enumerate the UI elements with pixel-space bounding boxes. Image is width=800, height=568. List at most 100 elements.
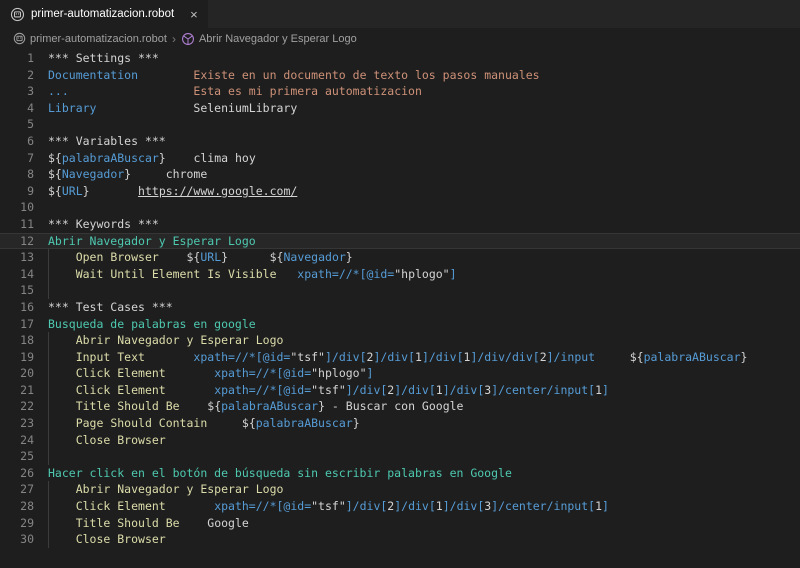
code-text: Title Should Be ${palabraABuscar} - Busc… (34, 398, 464, 415)
token-pl: } (158, 150, 166, 165)
indent-guide (48, 365, 49, 382)
code-line[interactable]: 28 Click Element xpath=//*[@id="tsf"]/di… (0, 498, 800, 515)
tab-primer-automatizacion[interactable]: primer-automatizacion.robot × (0, 0, 208, 28)
token-pl: 1 (435, 382, 443, 397)
tab-close-icon[interactable]: × (190, 8, 198, 21)
token-vb: palabraABuscar (643, 349, 741, 364)
code-line[interactable]: 22 Title Should Be ${palabraABuscar} - B… (0, 398, 800, 416)
code-line[interactable]: 27 Abrir Navegador y Esperar Logo (0, 481, 800, 499)
code-line[interactable]: 21 Click Element xpath=//*[@id="tsf"]/di… (0, 381, 800, 399)
token-xp: xpath=//*[@id= (297, 266, 395, 281)
code-line[interactable]: 15 (0, 282, 800, 299)
code-text: *** Settings *** (34, 50, 159, 67)
token-pl: "tsf" (311, 499, 346, 514)
code-text: ${Navegador} chrome (34, 166, 207, 183)
token-pl: } (345, 250, 353, 265)
code-line[interactable]: 23 Page Should Contain ${palabraABuscar} (0, 415, 800, 432)
token-hdr: *** Keywords *** (48, 216, 159, 231)
code-line[interactable]: 5 (0, 116, 800, 133)
code-line[interactable]: 16 *** Test Cases *** (0, 299, 800, 316)
token-pl: ${ (241, 416, 256, 431)
chevron-right-icon: › (171, 31, 176, 46)
code-line[interactable]: 29 Title Should Be Google (0, 514, 800, 532)
code-line[interactable]: 20 Click Element xpath=//*[@id="hplogo"] (0, 365, 800, 382)
token-kc: Click Element (75, 366, 166, 381)
code-line[interactable]: 25 (0, 448, 800, 465)
token-xp: ]/input (546, 349, 596, 364)
token-xp: ] (366, 366, 374, 381)
indent-guide (48, 398, 49, 416)
code-line[interactable]: 19 Input Text xpath=//*[@id="tsf"]/div[2… (0, 348, 800, 366)
line-number: 6 (27, 133, 34, 148)
token-pl: clima hoy (193, 150, 256, 165)
token-xp: ] (602, 382, 609, 397)
code-text: *** Variables *** (34, 133, 166, 150)
indent-guide (48, 498, 49, 515)
token-pl: } (352, 416, 360, 431)
line-number: 9 (27, 183, 34, 198)
line-number: 11 (20, 216, 34, 231)
code-line[interactable]: 18 Abrir Navegador y Esperar Logo (0, 332, 800, 349)
code-line[interactable]: 3... Esta es mi primera automatizacion (0, 83, 800, 100)
code-line[interactable]: 11 *** Keywords *** (0, 216, 800, 233)
breadcrumb-file[interactable]: primer-automatizacion.robot (13, 32, 167, 45)
breadcrumb-symbol[interactable]: Abrir Navegador y Esperar Logo (181, 32, 357, 46)
code-text: Wait Until Element Is Visible xpath=//*[… (34, 266, 457, 283)
code-line[interactable]: 2 Documentation Existe en un documento de… (0, 67, 800, 84)
token-vb: URL (61, 183, 83, 198)
code-line[interactable]: 10 (0, 199, 800, 216)
token-kc: Wait Until Element Is Visible (75, 266, 277, 281)
token-pl: Google (207, 515, 249, 530)
code-text: Abrir Navegador y Esperar Logo (34, 233, 256, 250)
indent-guide (48, 265, 49, 283)
code-line[interactable]: 14 Wait Until Element Is Visible xpath=/… (0, 265, 800, 283)
line-number: 1 (27, 51, 34, 65)
code-text: Click Element xpath=//*[@id="tsf"]/div[2… (34, 382, 609, 399)
token-xp: xpath=//*[@id= (214, 382, 312, 397)
code-line[interactable]: 8 ${Navegador} chrome (0, 166, 800, 183)
code-line[interactable]: 30 Close Browser (0, 531, 800, 548)
token-pl: } (318, 399, 325, 414)
symbol-keyword-icon (181, 32, 195, 46)
code-line[interactable]: 6 *** Variables *** (0, 133, 800, 150)
code-editor[interactable]: 1 *** Settings *** 2 Documentation Existe e… (0, 49, 800, 548)
code-line[interactable]: 26 Hacer click en el botón de búsqueda si… (0, 465, 800, 482)
robot-file-icon-small (13, 32, 26, 45)
token-kc: Close Browser (75, 532, 166, 547)
breadcrumb-file-label: primer-automatizacion.robot (30, 32, 167, 45)
code-line[interactable]: 1 *** Settings *** (0, 50, 800, 67)
line-number: 23 (20, 416, 34, 431)
token-xp: ]/div[ (421, 349, 464, 364)
token-pl: ${ (186, 250, 201, 265)
token-doc: Existe en un documento de texto los paso… (193, 67, 540, 82)
line-number: 19 (20, 349, 34, 364)
code-line[interactable]: 12 Abrir Navegador y Esperar Logo (0, 232, 800, 250)
code-line[interactable]: 24 Close Browser (0, 431, 800, 449)
code-line[interactable]: 9 ${URL} https://www.google.com/ (0, 183, 800, 200)
indent-guide (48, 448, 49, 465)
code-line[interactable]: 7 ${palabraABuscar} clima hoy (0, 150, 800, 167)
token-pl: chrome (165, 167, 208, 182)
code-text: Documentation Existe en un documento de … (34, 67, 540, 84)
code-line[interactable]: 13 Open Browser ${URL} ${Navegador} (0, 249, 800, 266)
code-line[interactable]: 4 Library SeleniumLibrary (0, 100, 800, 117)
token-kc: Click Element (75, 382, 166, 397)
line-number: 30 (20, 532, 34, 547)
token-xp: ]/center/input[ (491, 382, 596, 397)
code-line[interactable]: 17 Busqueda de palabras en google (0, 316, 800, 333)
